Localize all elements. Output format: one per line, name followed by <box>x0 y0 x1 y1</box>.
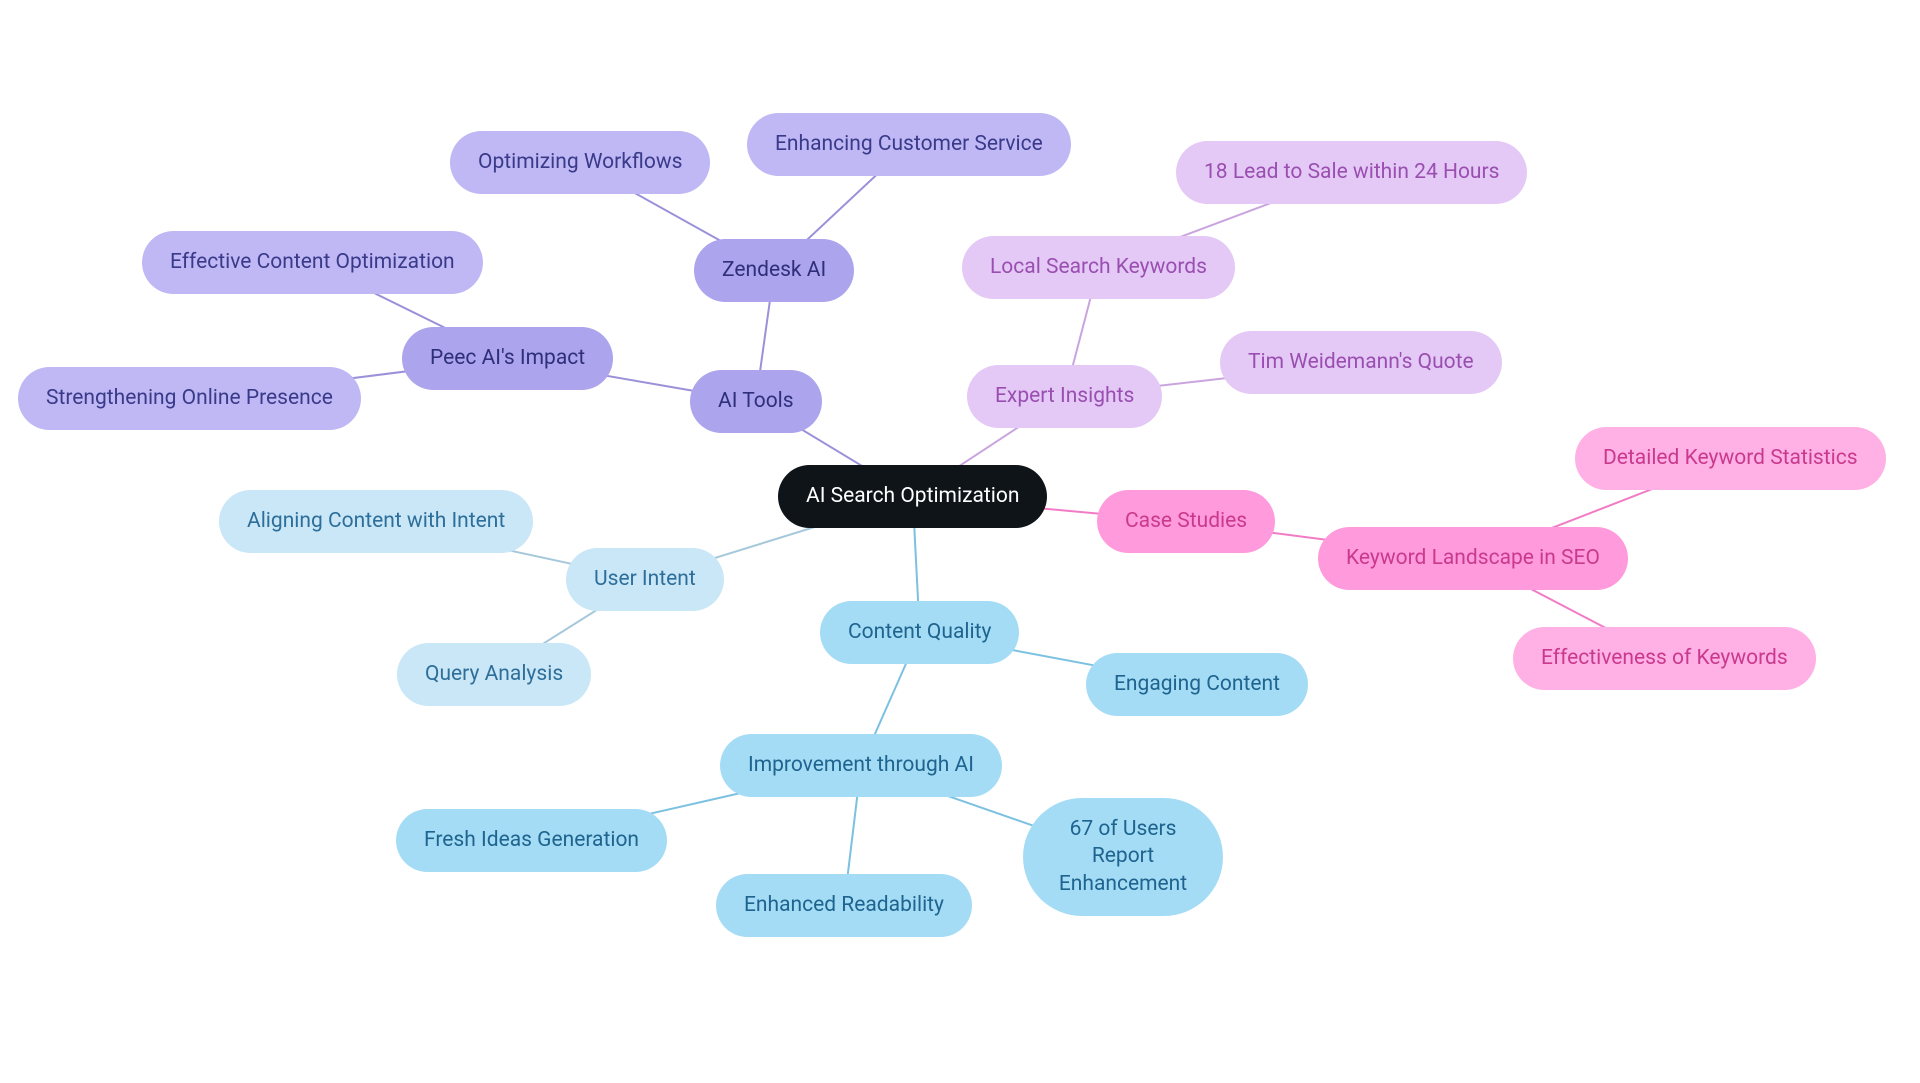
node-case-studies[interactable]: Case Studies <box>1097 490 1275 553</box>
node-enh-read[interactable]: Enhanced Readability <box>716 874 972 937</box>
node-user-intent[interactable]: User Intent <box>566 548 724 611</box>
node-improve-ai[interactable]: Improvement through AI <box>720 734 1002 797</box>
node-root[interactable]: AI Search Optimization <box>778 465 1047 528</box>
node-users-67[interactable]: 67 of Users Report Enhancement <box>1023 798 1223 916</box>
node-eff-key[interactable]: Effectiveness of Keywords <box>1513 627 1816 690</box>
node-query-ana[interactable]: Query Analysis <box>397 643 591 706</box>
node-peec[interactable]: Peec AI's Impact <box>402 327 613 390</box>
node-eff-opt[interactable]: Effective Content Optimization <box>142 231 483 294</box>
node-det-key[interactable]: Detailed Keyword Statistics <box>1575 427 1886 490</box>
node-key-land[interactable]: Keyword Landscape in SEO <box>1318 527 1628 590</box>
node-align-intent[interactable]: Aligning Content with Intent <box>219 490 533 553</box>
node-enh-cust[interactable]: Enhancing Customer Service <box>747 113 1071 176</box>
node-lead-18[interactable]: 18 Lead to Sale within 24 Hours <box>1176 141 1527 204</box>
node-zendesk[interactable]: Zendesk AI <box>694 239 854 302</box>
node-tim-quote[interactable]: Tim Weidemann's Quote <box>1220 331 1502 394</box>
node-fresh-ideas[interactable]: Fresh Ideas Generation <box>396 809 667 872</box>
node-eng-cont[interactable]: Engaging Content <box>1086 653 1308 716</box>
node-opt-work[interactable]: Optimizing Workflows <box>450 131 710 194</box>
node-local-search[interactable]: Local Search Keywords <box>962 236 1235 299</box>
node-expert[interactable]: Expert Insights <box>967 365 1162 428</box>
node-str-online[interactable]: Strengthening Online Presence <box>18 367 361 430</box>
node-cont-qual[interactable]: Content Quality <box>820 601 1019 664</box>
node-ai-tools[interactable]: AI Tools <box>690 370 822 433</box>
